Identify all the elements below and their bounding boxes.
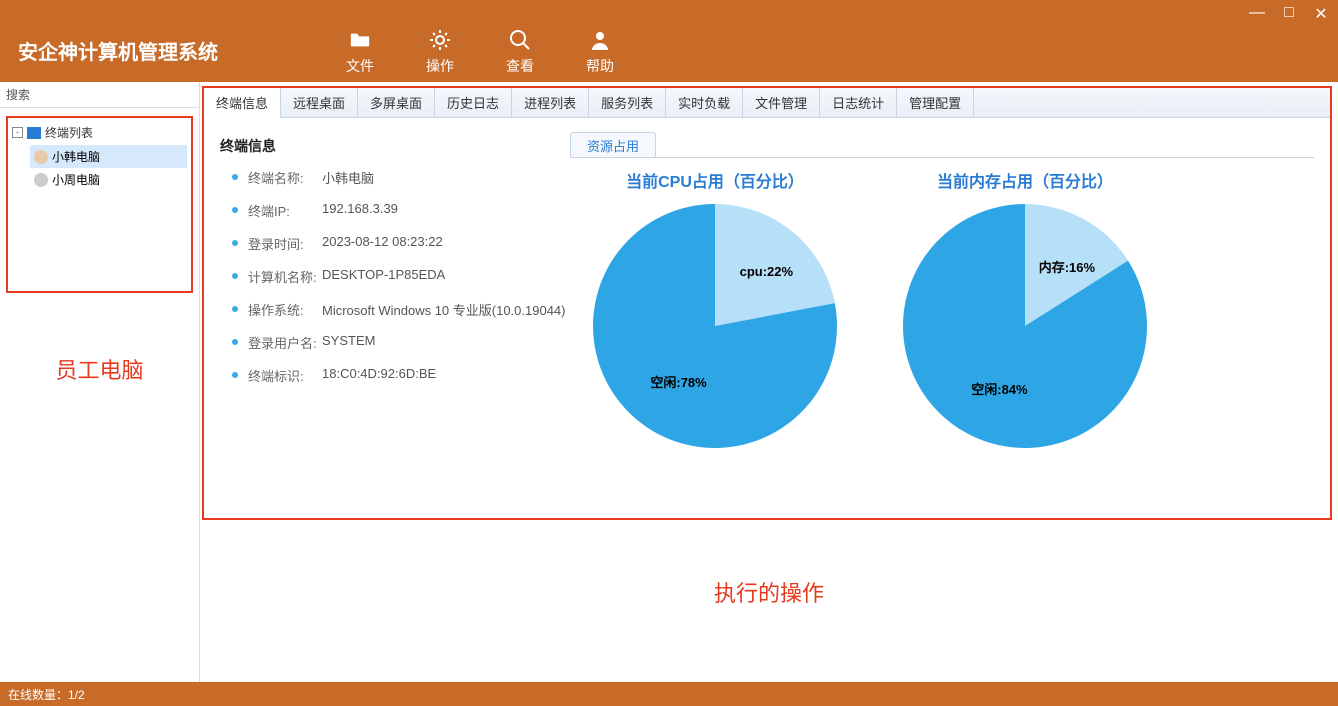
tab-7[interactable]: 文件管理 bbox=[743, 88, 820, 117]
maximize-button[interactable]: □ bbox=[1280, 4, 1298, 24]
screen-icon bbox=[27, 127, 41, 139]
bullet-icon bbox=[232, 207, 238, 213]
minimize-button[interactable]: — bbox=[1248, 4, 1266, 24]
tree-item-1[interactable]: 小周电脑 bbox=[30, 168, 187, 191]
info-value: Microsoft Windows 10 专业版(10.0.19044) bbox=[322, 300, 570, 319]
person-icon bbox=[587, 28, 613, 52]
info-label: 登录用户名: bbox=[248, 333, 322, 352]
info-value: DESKTOP-1P85EDA bbox=[322, 267, 570, 282]
info-label: 计算机名称: bbox=[248, 267, 322, 286]
tab-5[interactable]: 服务列表 bbox=[589, 88, 666, 117]
online-count: 在线数量：1/2 bbox=[8, 686, 85, 703]
menu-view[interactable]: 查看 bbox=[506, 28, 534, 76]
menu-view-label: 查看 bbox=[506, 56, 534, 76]
info-value: 2023-08-12 08:23:22 bbox=[322, 234, 570, 249]
search-icon bbox=[507, 28, 533, 52]
tab-strip: 终端信息远程桌面多屏桌面历史日志进程列表服务列表实时负载文件管理日志统计管理配置 bbox=[204, 88, 1330, 118]
avatar-icon bbox=[34, 150, 48, 164]
info-heading: 终端信息 bbox=[220, 136, 570, 156]
info-label: 操作系统: bbox=[248, 300, 322, 319]
info-row-3: 计算机名称:DESKTOP-1P85EDA bbox=[220, 267, 570, 286]
window-controls: — □ ✕ bbox=[1248, 4, 1330, 24]
menu-file-label: 文件 bbox=[346, 56, 374, 76]
bullet-icon bbox=[232, 273, 238, 279]
tab-9[interactable]: 管理配置 bbox=[897, 88, 974, 117]
menu-operate[interactable]: 操作 bbox=[426, 28, 454, 76]
tab-8[interactable]: 日志统计 bbox=[820, 88, 897, 117]
subtab-resource[interactable]: 资源占用 bbox=[570, 132, 656, 157]
gear-icon bbox=[427, 28, 453, 52]
tab-6[interactable]: 实时负载 bbox=[666, 88, 743, 117]
info-value: 小韩电脑 bbox=[322, 168, 570, 187]
info-value: 192.168.3.39 bbox=[322, 201, 570, 216]
info-value: 18:C0:4D:92:6D:BE bbox=[322, 366, 570, 381]
info-row-4: 操作系统:Microsoft Windows 10 专业版(10.0.19044… bbox=[220, 300, 570, 319]
collapse-icon[interactable]: - bbox=[12, 127, 23, 138]
tree-root[interactable]: - 终端列表 bbox=[12, 124, 187, 141]
sidebar-caption: 员工电脑 bbox=[0, 353, 199, 385]
bullet-icon bbox=[232, 240, 238, 246]
sidebar: 搜索 - 终端列表 小韩电脑小周电脑 员工电脑 bbox=[0, 82, 200, 682]
status-bar: 在线数量：1/2 bbox=[0, 682, 1338, 706]
main-panel: 终端信息远程桌面多屏桌面历史日志进程列表服务列表实时负载文件管理日志统计管理配置… bbox=[200, 82, 1338, 682]
close-button[interactable]: ✕ bbox=[1312, 4, 1330, 24]
bullet-icon bbox=[232, 372, 238, 378]
pie-slice-label: 内存:16% bbox=[1039, 257, 1095, 276]
info-row-6: 终端标识:18:C0:4D:92:6D:BE bbox=[220, 366, 570, 385]
menu-help-label: 帮助 bbox=[586, 56, 614, 76]
info-row-0: 终端名称:小韩电脑 bbox=[220, 168, 570, 187]
app-title: 安企神计算机管理系统 bbox=[0, 0, 218, 65]
chart-title: 当前CPU占用（百分比） bbox=[580, 168, 850, 192]
chart-title: 当前内存占用（百分比） bbox=[890, 168, 1160, 192]
info-row-5: 登录用户名:SYSTEM bbox=[220, 333, 570, 352]
tree-item-label: 小周电脑 bbox=[52, 171, 100, 188]
tab-0[interactable]: 终端信息 bbox=[204, 88, 281, 118]
tree-item-label: 小韩电脑 bbox=[52, 148, 100, 165]
pie-slice-label: 空闲:78% bbox=[650, 372, 706, 391]
chart-1: 当前内存占用（百分比） 内存:16% 空闲:84% bbox=[890, 168, 1160, 452]
bullet-icon bbox=[232, 306, 238, 312]
title-bar: 安企神计算机管理系统 文件 操作 查看 bbox=[0, 0, 1338, 82]
pie-slice-label: cpu:22% bbox=[740, 264, 793, 279]
menu-file[interactable]: 文件 bbox=[346, 28, 374, 76]
tab-3[interactable]: 历史日志 bbox=[435, 88, 512, 117]
bullet-icon bbox=[232, 339, 238, 345]
info-label: 登录时间: bbox=[248, 234, 322, 253]
tab-2[interactable]: 多屏桌面 bbox=[358, 88, 435, 117]
sub-tab-strip: 资源占用 bbox=[570, 130, 1314, 158]
chart-0: 当前CPU占用（百分比） cpu:22% 空闲:78% bbox=[580, 168, 850, 452]
terminal-info: 终端信息 终端名称:小韩电脑终端IP:192.168.3.39登录时间:2023… bbox=[220, 130, 570, 452]
info-row-2: 登录时间:2023-08-12 08:23:22 bbox=[220, 234, 570, 253]
terminal-tree: - 终端列表 小韩电脑小周电脑 bbox=[6, 116, 193, 293]
info-row-1: 终端IP:192.168.3.39 bbox=[220, 201, 570, 220]
tree-item-0[interactable]: 小韩电脑 bbox=[30, 145, 187, 168]
tab-1[interactable]: 远程桌面 bbox=[281, 88, 358, 117]
main-menu: 文件 操作 查看 帮助 bbox=[346, 0, 614, 76]
avatar-icon bbox=[34, 173, 48, 187]
action-caption: 执行的操作 bbox=[714, 576, 824, 608]
search-input[interactable]: 搜索 bbox=[0, 82, 199, 108]
info-label: 终端标识: bbox=[248, 366, 322, 385]
folder-icon bbox=[347, 28, 373, 52]
info-label: 终端名称: bbox=[248, 168, 322, 187]
menu-help[interactable]: 帮助 bbox=[586, 28, 614, 76]
info-label: 终端IP: bbox=[248, 201, 322, 220]
pie-slice-label: 空闲:84% bbox=[971, 379, 1027, 398]
tree-root-label: 终端列表 bbox=[45, 124, 93, 141]
menu-operate-label: 操作 bbox=[426, 56, 454, 76]
bullet-icon bbox=[232, 174, 238, 180]
info-value: SYSTEM bbox=[322, 333, 570, 348]
tab-4[interactable]: 进程列表 bbox=[512, 88, 589, 117]
